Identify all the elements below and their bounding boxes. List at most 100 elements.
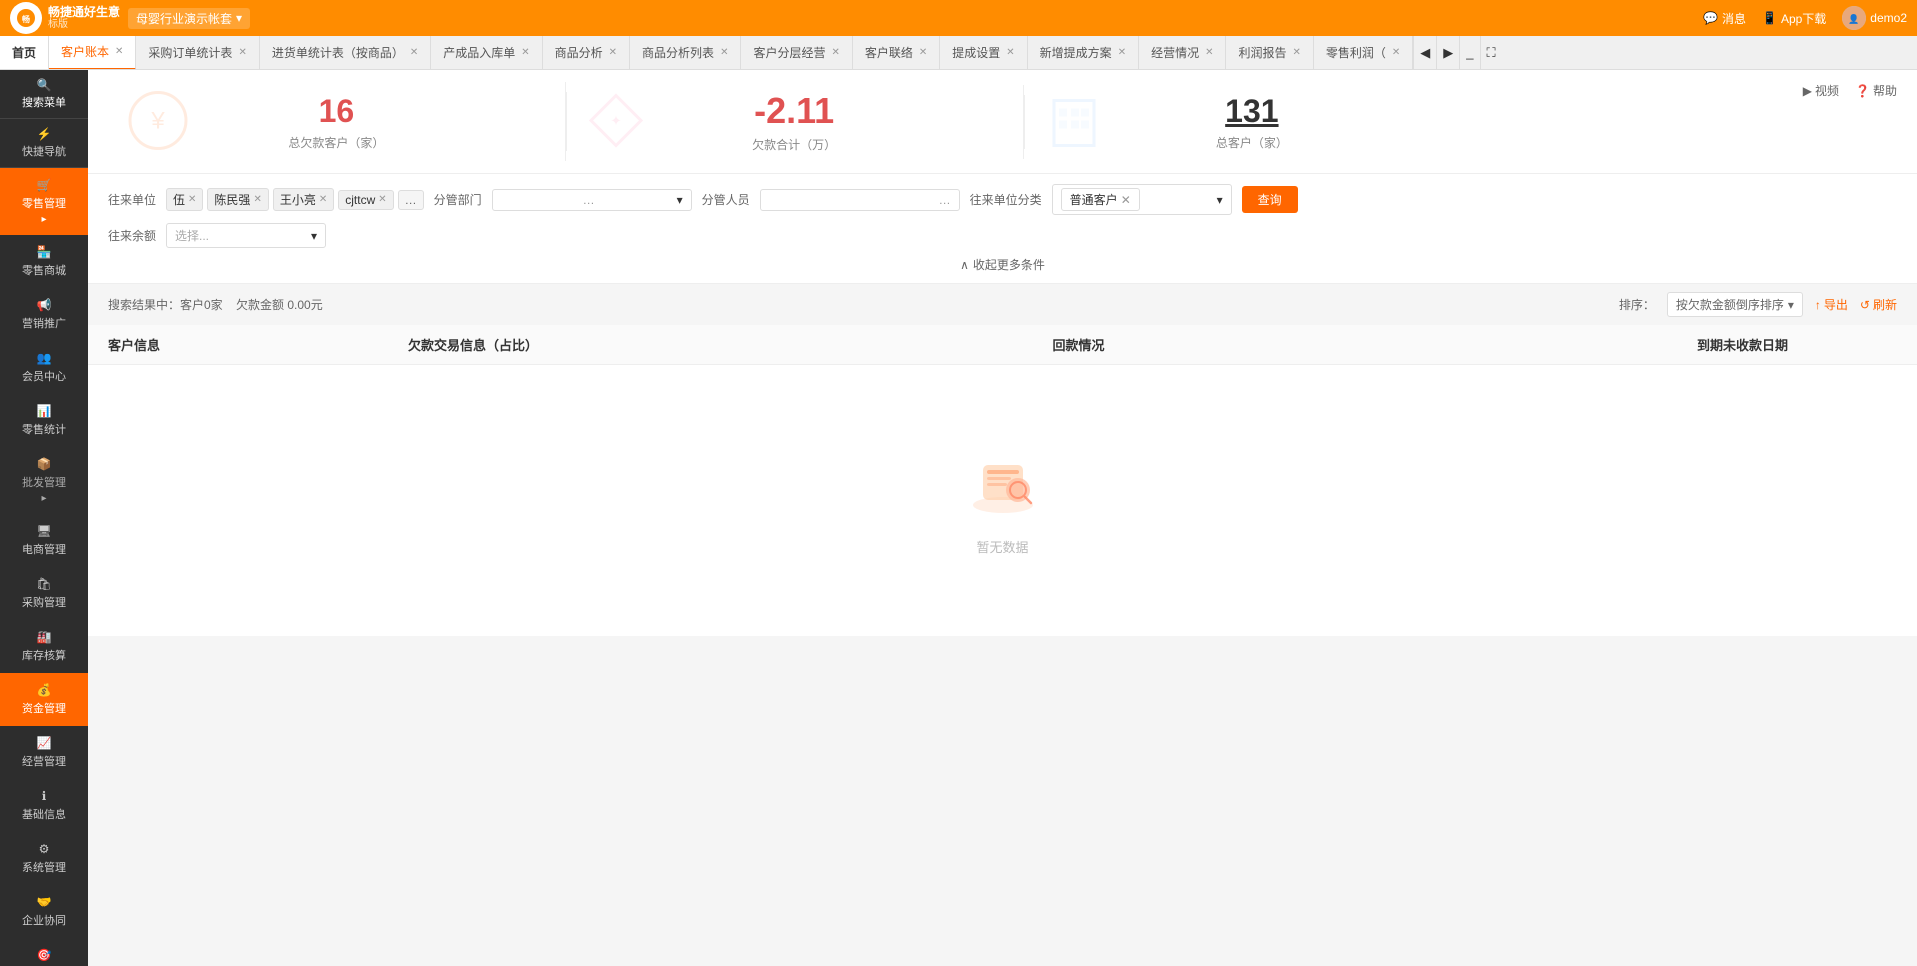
unit-tag-chen-close[interactable]: ✕	[253, 194, 261, 205]
unit-tag-more[interactable]: …	[398, 190, 424, 210]
sort-select[interactable]: 按欠款金额倒序排序 ▾	[1667, 292, 1803, 317]
tab-customer-contact[interactable]: 客户联络 ✕	[853, 36, 940, 70]
empty-icon	[963, 445, 1043, 525]
quicknav-icon: ⚡	[37, 127, 52, 141]
close-icon[interactable]: ✕	[609, 47, 617, 58]
category-tag-close[interactable]: ✕	[1121, 193, 1131, 207]
close-icon[interactable]: ✕	[720, 47, 728, 58]
category-tag-normal: 普通客户 ✕	[1061, 188, 1140, 211]
close-icon[interactable]: ✕	[238, 47, 246, 58]
member-icon: 👥	[37, 351, 52, 365]
retail-mgmt-icon: 🛒	[37, 178, 52, 192]
query-button[interactable]: 查询	[1242, 186, 1298, 213]
sidebar-item-retail-mall[interactable]: 🏪 零售商城	[0, 235, 88, 288]
sidebar-item-system[interactable]: ⚙ 系统管理	[0, 832, 88, 885]
tab-product-inbound[interactable]: 产成品入库单 ✕	[431, 36, 542, 70]
close-icon[interactable]: ✕	[410, 47, 418, 58]
sidebar-item-enterprise[interactable]: 🤝 企业协同	[0, 885, 88, 938]
wholesale-icon: 📦	[37, 457, 52, 471]
tenant-selector[interactable]: 母婴行业演示帐套 ▾	[128, 8, 250, 29]
sidebar-item-inventory[interactable]: 🏭 库存核算	[0, 620, 88, 673]
stat-total-customers-value[interactable]: 131	[1216, 93, 1288, 130]
person-filter-label: 分管人员	[702, 191, 750, 208]
sidebar-item-member[interactable]: 👥 会员中心	[0, 341, 88, 394]
tab-minimize-button[interactable]: _	[1459, 36, 1479, 70]
tab-bar: 首页 客户账本 ✕ 采购订单统计表 ✕ 进货单统计表（按商品） ✕ 产成品入库单…	[0, 36, 1917, 70]
tab-promotion-settings[interactable]: 提成设置 ✕	[940, 36, 1027, 70]
sidebar-item-capital[interactable]: 💰 资金管理	[0, 673, 88, 726]
tab-purchase-order[interactable]: 采购订单统计表 ✕	[136, 36, 259, 70]
tab-customer-tier[interactable]: 客户分层经营 ✕	[741, 36, 852, 70]
tab-customer-tier-label: 客户分层经营	[753, 44, 825, 61]
capital-icon: 💰	[37, 683, 52, 697]
tab-profit-report[interactable]: 利润报告 ✕	[1226, 36, 1313, 70]
purchase-icon: 🛍	[36, 577, 51, 591]
sidebar-retail-mgmt-label: 零售管理	[22, 195, 66, 211]
amount-filter-select[interactable]: 选择... ▾	[166, 223, 326, 248]
sidebar-item-retail-stats[interactable]: 📊 零售统计	[0, 394, 88, 447]
tab-home[interactable]: 首页	[0, 36, 49, 70]
tab-next-button[interactable]: ▶	[1436, 36, 1459, 70]
app-download-label: App下载	[1781, 10, 1826, 27]
close-icon[interactable]: ✕	[1293, 47, 1301, 58]
video-button[interactable]: ▶ 视频	[1803, 82, 1839, 99]
unit-filter-label: 往来单位	[108, 191, 156, 208]
unit-tag-wang-close[interactable]: ✕	[319, 194, 327, 205]
marketing-icon: 📢	[37, 298, 52, 312]
help-label: 帮助	[1873, 82, 1897, 99]
sidebar-item-retail-mgmt[interactable]: 🛒 零售管理 ▸	[0, 168, 88, 235]
app-logo: 畅 畅捷通好生意 标版	[10, 2, 120, 34]
building-bg-icon	[1044, 90, 1104, 150]
sidebar-search[interactable]: 🔍 搜索菜单	[0, 70, 88, 119]
dept-filter-select[interactable]: … ▾	[492, 189, 692, 211]
chevron-right-icon: ▸	[41, 214, 46, 225]
export-button[interactable]: ↑ 导出	[1815, 296, 1848, 313]
close-icon[interactable]: ✕	[521, 47, 529, 58]
sidebar-item-ecommerce[interactable]: 🖥 电商管理	[0, 514, 88, 567]
unit-tag-cjttcw-close[interactable]: ✕	[378, 194, 386, 205]
tab-inbound-stats[interactable]: 进货单统计表（按商品） ✕	[260, 36, 431, 70]
stats-bar: ¥ 16 总欠款客户（家） ✦	[88, 70, 1917, 174]
no-data-illustration	[963, 445, 1043, 525]
sidebar: 🔍 搜索菜单 ⚡ 快捷导航 🛒 零售管理 ▸ 🏪 零售商城 📢 营销推广	[0, 70, 88, 966]
tab-prev-button[interactable]: ◀	[1413, 36, 1436, 70]
app-download-button[interactable]: 📱 App下载	[1762, 10, 1826, 27]
unit-tag-wu-label: 伍	[173, 191, 185, 208]
close-icon[interactable]: ✕	[919, 47, 927, 58]
results-bar: 搜索结果中：客户0家 欠款金额 0.00元 排序： 按欠款金额倒序排序 ▾ ↑ …	[88, 284, 1917, 325]
close-icon[interactable]: ✕	[115, 46, 123, 57]
tab-product-analysis[interactable]: 商品分析 ✕	[543, 36, 630, 70]
category-filter-select[interactable]: 普通客户 ✕ ▾	[1052, 184, 1232, 215]
help-button[interactable]: ❓ 帮助	[1855, 82, 1897, 99]
sidebar-quicknav[interactable]: ⚡ 快捷导航	[0, 119, 88, 168]
filter-collapse-button[interactable]: ∧ 收起更多条件	[960, 256, 1045, 273]
tenant-name: 母婴行业演示帐套	[136, 10, 232, 27]
message-button[interactable]: 💬 消息	[1703, 10, 1746, 27]
close-icon[interactable]: ✕	[831, 47, 839, 58]
tab-new-promotion[interactable]: 新增提成方案 ✕	[1028, 36, 1139, 70]
tab-product-analysis-list[interactable]: 商品分析列表 ✕	[630, 36, 741, 70]
sidebar-item-operations-mgmt[interactable]: 📈 经营管理	[0, 726, 88, 779]
sidebar-item-marketing[interactable]: 📢 营销推广	[0, 288, 88, 341]
tab-customer-account[interactable]: 客户账本 ✕	[49, 36, 136, 70]
close-icon[interactable]: ✕	[1392, 47, 1400, 58]
sidebar-item-wholesale[interactable]: 📦 批发管理 ▸	[0, 447, 88, 514]
tab-retail-profit[interactable]: 零售利润（ ✕	[1314, 36, 1413, 70]
sidebar-retail-mall-label: 零售商城	[22, 262, 66, 278]
sidebar-item-purchase[interactable]: 🛍 采购管理	[0, 567, 88, 620]
close-icon[interactable]: ✕	[1006, 47, 1014, 58]
refresh-button[interactable]: ↺ 刷新	[1860, 296, 1897, 313]
tab-maximize-button[interactable]: ⛶	[1480, 36, 1502, 70]
person-filter-select[interactable]: …	[760, 189, 960, 211]
mall-icon: 🏪	[37, 245, 52, 259]
user-profile-button[interactable]: 👤 demo2	[1842, 6, 1907, 30]
sidebar-item-guide[interactable]: 🎯 新手引导	[0, 938, 88, 966]
sidebar-item-basic-info[interactable]: ℹ 基础信息	[0, 779, 88, 832]
svg-text:✦: ✦	[610, 112, 622, 128]
tab-operations[interactable]: 经营情况 ✕	[1139, 36, 1226, 70]
unit-tag-wu-close[interactable]: ✕	[188, 194, 196, 205]
close-icon[interactable]: ✕	[1118, 47, 1126, 58]
close-icon[interactable]: ✕	[1205, 47, 1213, 58]
chevron-down-icon: ▾	[311, 229, 317, 243]
enterprise-icon: 🤝	[37, 895, 52, 909]
